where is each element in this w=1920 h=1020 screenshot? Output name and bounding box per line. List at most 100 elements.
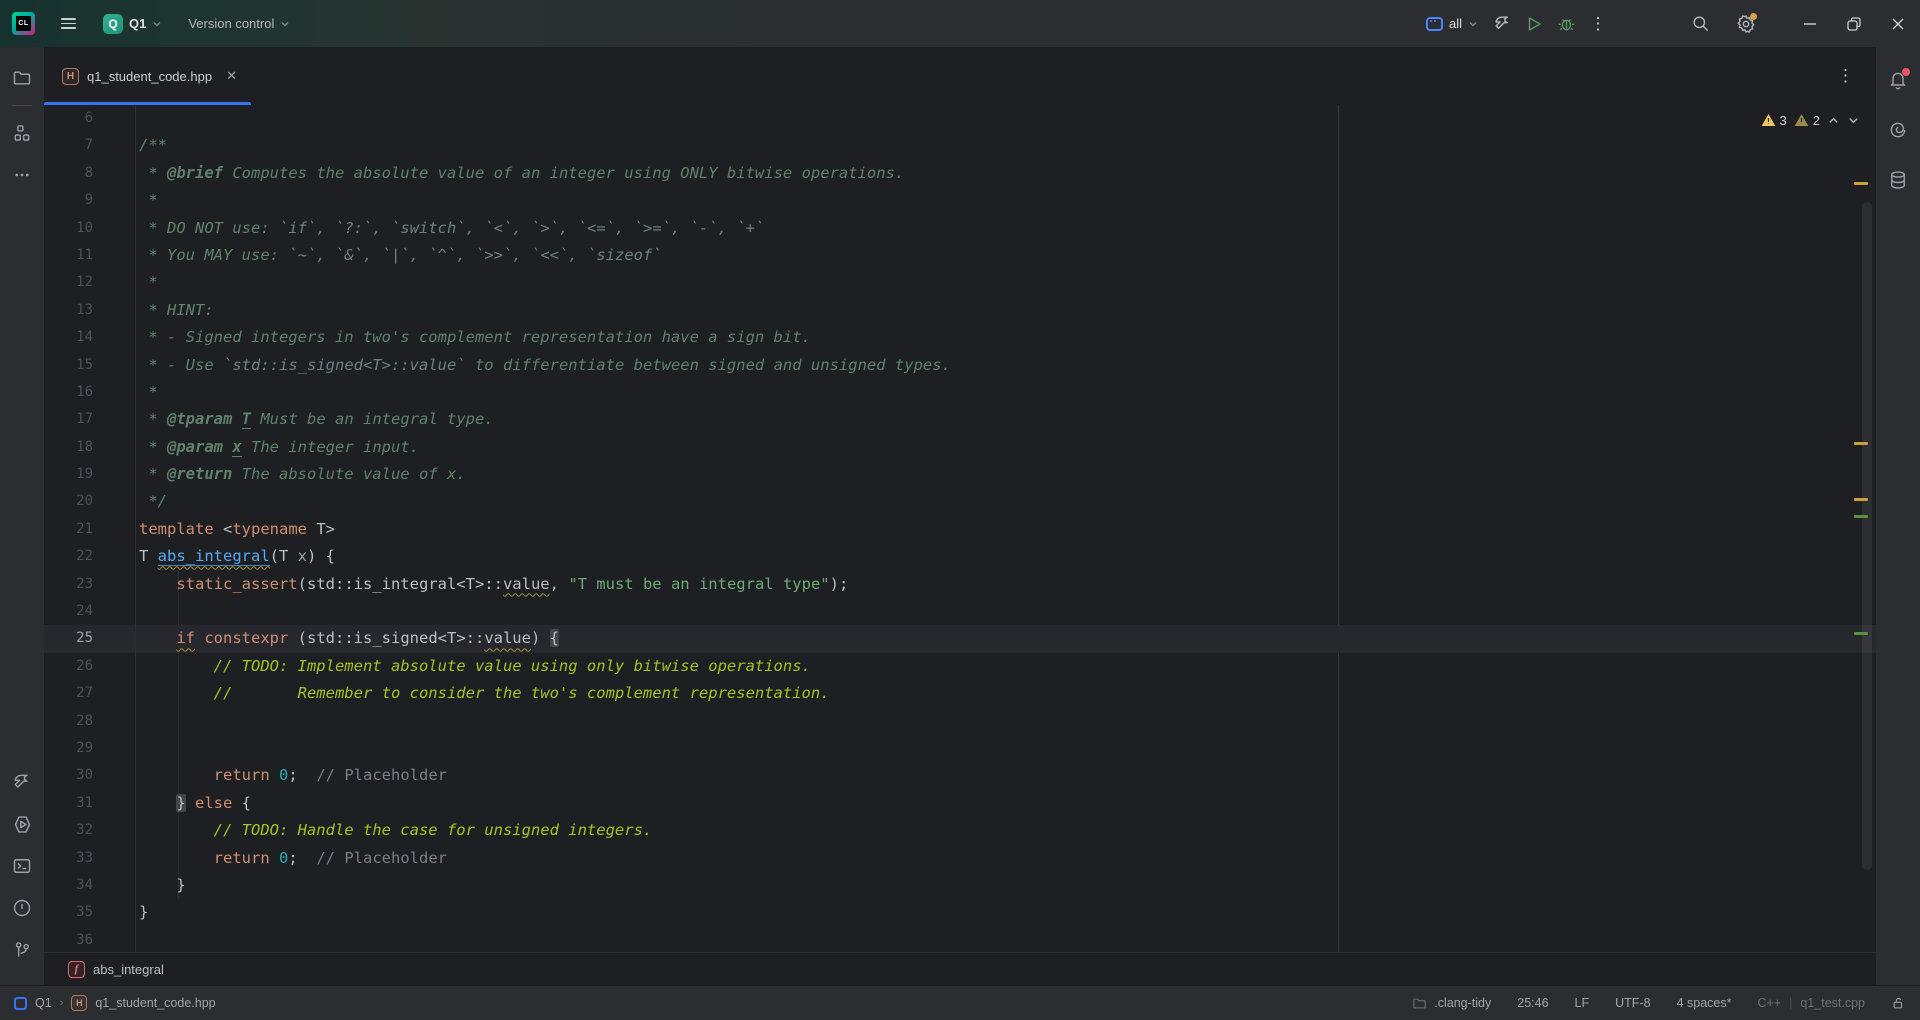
- code-line[interactable]: 23 static_assert(std::is_integral<T>::va…: [44, 571, 1876, 598]
- error-stripe-mark[interactable]: [1854, 515, 1868, 518]
- code-line[interactable]: 9 *: [44, 187, 1876, 214]
- clion-logo-icon: CL: [12, 12, 35, 35]
- run-config-label: all: [1449, 16, 1462, 31]
- code-line[interactable]: 36: [44, 927, 1876, 952]
- code-line[interactable]: 13 * HINT:: [44, 297, 1876, 324]
- project-tool-window-button[interactable]: [5, 61, 39, 95]
- line-number: 11: [44, 242, 136, 269]
- error-stripe-mark[interactable]: [1854, 182, 1868, 185]
- line-number: 16: [44, 379, 136, 406]
- code-editor[interactable]: 67/**8 * @brief Computes the absolute va…: [44, 105, 1876, 952]
- run-configuration-widget[interactable]: all: [1418, 12, 1486, 35]
- code-line[interactable]: 34 }: [44, 872, 1876, 899]
- error-stripe-mark[interactable]: [1854, 498, 1868, 501]
- title-bar-left: CL Q Q1 Version control: [12, 9, 298, 39]
- notifications-button[interactable]: [1881, 63, 1915, 97]
- search-everywhere-button[interactable]: [1684, 9, 1716, 39]
- line-ending-widget[interactable]: LF: [1575, 996, 1590, 1010]
- code-line[interactable]: 30 return 0; // Placeholder: [44, 762, 1876, 789]
- more-actions-button[interactable]: ⋮: [1582, 9, 1614, 39]
- minimize-button[interactable]: [1788, 7, 1832, 41]
- caret-position-widget[interactable]: 25:46: [1517, 996, 1548, 1010]
- run-tool-window-button[interactable]: [5, 807, 39, 841]
- code-line[interactable]: 21template <typename T>: [44, 516, 1876, 543]
- code-line[interactable]: 22T abs_integral(T x) {: [44, 543, 1876, 570]
- code-line[interactable]: 7/**: [44, 132, 1876, 159]
- statusbar-project[interactable]: Q1: [35, 996, 52, 1010]
- code-line[interactable]: 25 if constexpr (std::is_signed<T>::valu…: [44, 625, 1876, 652]
- weak-warnings-badge[interactable]: 2: [1794, 113, 1820, 128]
- clang-tidy-widget[interactable]: .clang-tidy: [1412, 996, 1491, 1011]
- structure-tool-window-button[interactable]: [5, 116, 39, 150]
- run-button[interactable]: [1518, 9, 1550, 39]
- code-line[interactable]: 19 * @return The absolute value of x.: [44, 461, 1876, 488]
- code-line[interactable]: 33 return 0; // Placeholder: [44, 845, 1876, 872]
- vcs-widget[interactable]: Version control: [180, 12, 298, 35]
- ai-assistant-button[interactable]: [1881, 113, 1915, 147]
- previous-highlight-button[interactable]: [1827, 114, 1840, 127]
- code-line[interactable]: 8 * @brief Computes the absolute value o…: [44, 160, 1876, 187]
- settings-button[interactable]: [1730, 9, 1762, 39]
- code-line[interactable]: 16 *: [44, 379, 1876, 406]
- code-line[interactable]: 20 */: [44, 488, 1876, 515]
- tab-close-icon[interactable]: ✕: [226, 68, 237, 84]
- code-line[interactable]: 28: [44, 708, 1876, 735]
- line-number: 6: [44, 105, 136, 132]
- project-widget[interactable]: Q Q1: [95, 10, 170, 38]
- language-context-widget[interactable]: C++ | q1_test.cpp: [1757, 996, 1865, 1010]
- code-line[interactable]: 31 } else {: [44, 790, 1876, 817]
- cmake-project-icon: [14, 997, 27, 1010]
- line-number: 31: [44, 790, 136, 817]
- terminal-tool-window-button[interactable]: [5, 849, 39, 883]
- debug-button[interactable]: [1550, 9, 1582, 39]
- line-number: 20: [44, 488, 136, 515]
- build-tool-window-button[interactable]: [5, 765, 39, 799]
- code-line[interactable]: 17 * @tparam T Must be an integral type.: [44, 406, 1876, 433]
- line-number: 22: [44, 543, 136, 570]
- code-line[interactable]: 24: [44, 598, 1876, 625]
- code-area[interactable]: 67/**8 * @brief Computes the absolute va…: [44, 105, 1876, 952]
- header-file-icon: H: [71, 995, 87, 1011]
- warnings-badge[interactable]: 3: [1761, 113, 1787, 128]
- breadcrumb-function[interactable]: abs_integral: [93, 962, 164, 977]
- code-line[interactable]: 35}: [44, 899, 1876, 926]
- chevron-down-icon: [1468, 19, 1478, 29]
- code-line[interactable]: 32 // TODO: Handle the case for unsigned…: [44, 817, 1876, 844]
- encoding-widget[interactable]: UTF-8: [1615, 996, 1650, 1010]
- more-tool-windows-button[interactable]: [5, 158, 39, 192]
- editor-scrollbar[interactable]: [1862, 202, 1872, 870]
- function-icon: f: [68, 961, 85, 978]
- project-icon: Q: [103, 14, 123, 34]
- line-number: 17: [44, 406, 136, 433]
- tab-q1-student-code[interactable]: H q1_student_code.hpp ✕: [44, 47, 251, 105]
- line-number: 21: [44, 516, 136, 543]
- code-line[interactable]: 12 *: [44, 269, 1876, 296]
- code-line[interactable]: 6: [44, 105, 1876, 132]
- code-line[interactable]: 29: [44, 735, 1876, 762]
- version-control-tool-window-button[interactable]: [5, 933, 39, 967]
- database-button[interactable]: [1881, 163, 1915, 197]
- indent-widget[interactable]: 4 spaces*: [1677, 996, 1732, 1010]
- problems-tool-window-button[interactable]: [5, 891, 39, 925]
- next-highlight-button[interactable]: [1847, 114, 1860, 127]
- file-lock-widget[interactable]: [1891, 996, 1906, 1011]
- code-line[interactable]: 10 * DO NOT use: `if`, `?:`, `switch`, `…: [44, 215, 1876, 242]
- tab-options-button[interactable]: ⋮: [1837, 66, 1854, 86]
- statusbar-file[interactable]: q1_student_code.hpp: [95, 996, 215, 1010]
- code-line[interactable]: 27 // Remember to consider the two's com…: [44, 680, 1876, 707]
- main-menu-button[interactable]: [51, 9, 85, 39]
- code-line[interactable]: 18 * @param x The integer input.: [44, 434, 1876, 461]
- restore-button[interactable]: [1832, 7, 1876, 41]
- code-line[interactable]: 11 * You MAY use: `~`, `&`, `|`, `^`, `>…: [44, 242, 1876, 269]
- code-line[interactable]: 14 * - Signed integers in two's compleme…: [44, 324, 1876, 351]
- line-number: 28: [44, 708, 136, 735]
- left-tool-stripe: [0, 47, 44, 985]
- build-button[interactable]: [1486, 9, 1518, 39]
- error-stripe-mark[interactable]: [1854, 442, 1868, 445]
- error-stripe-mark[interactable]: [1854, 632, 1868, 635]
- line-number: 13: [44, 297, 136, 324]
- inspections-widget[interactable]: 3 2: [1761, 108, 1860, 132]
- code-line[interactable]: 15 * - Use `std::is_signed<T>::value` to…: [44, 352, 1876, 379]
- close-button[interactable]: [1876, 7, 1920, 41]
- code-line[interactable]: 26 // TODO: Implement absolute value usi…: [44, 653, 1876, 680]
